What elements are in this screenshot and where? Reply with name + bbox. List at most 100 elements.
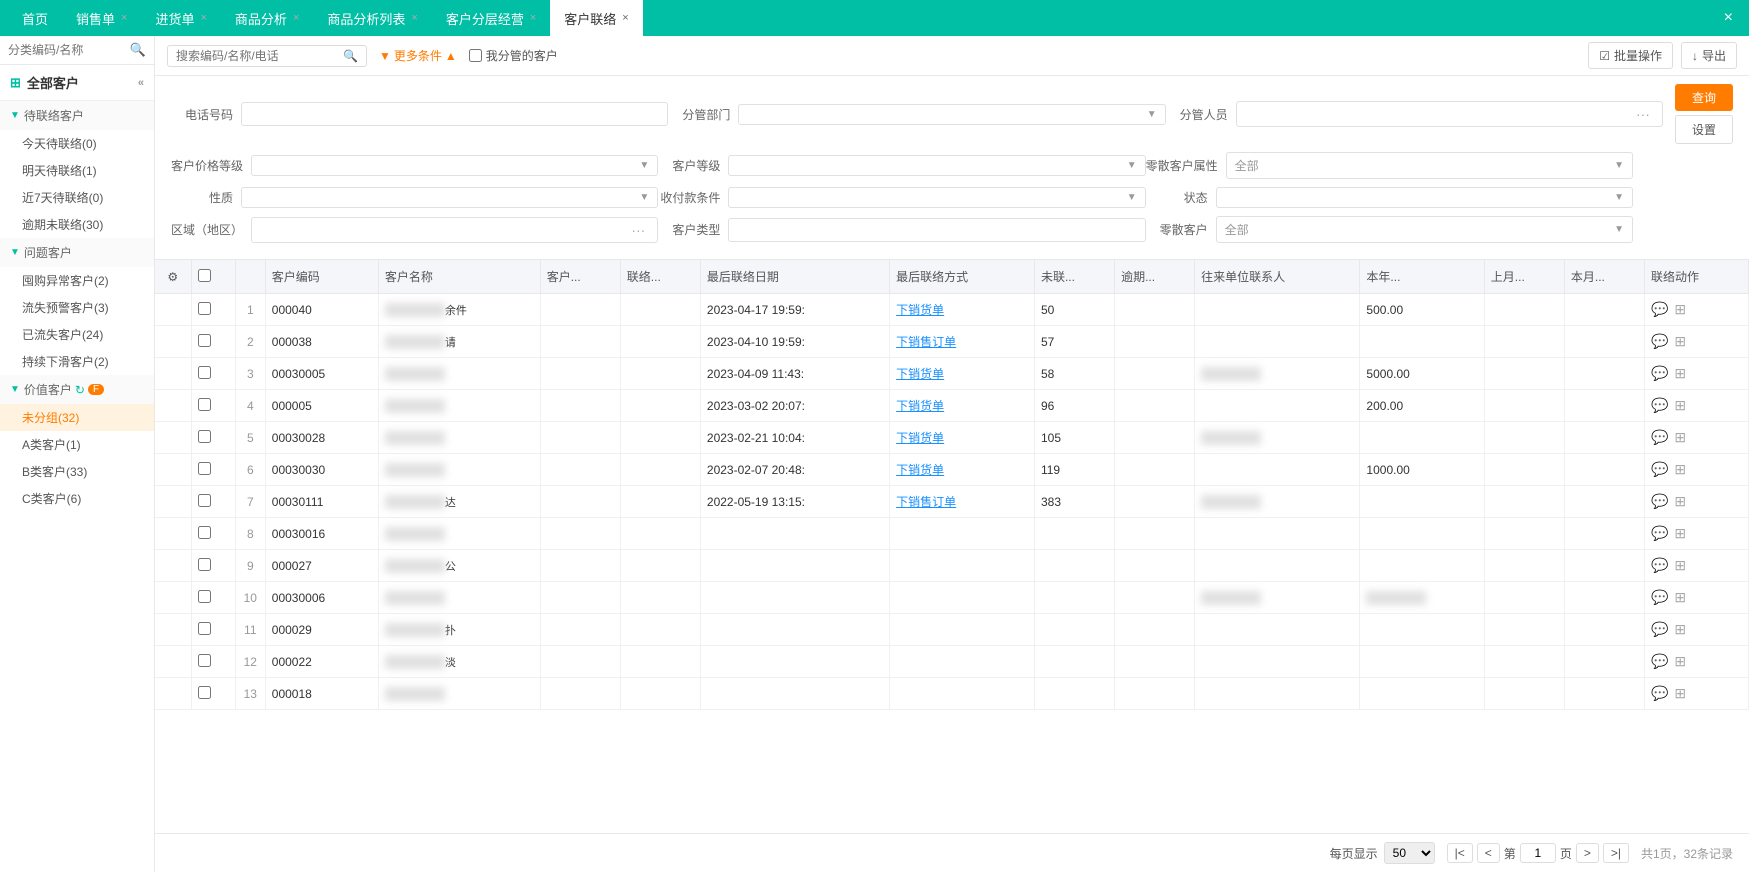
th-checkbox[interactable]	[191, 260, 235, 294]
nav-tab-product-analysis[interactable]: 商品分析 ×	[221, 0, 313, 36]
sidebar-item-ungroup[interactable]: 未分组(32)	[0, 404, 154, 431]
ellipsis-btn-region[interactable]: ···	[627, 222, 649, 238]
sidebar-group-value[interactable]: ▼ 价值客户 ↻ F	[0, 375, 154, 404]
row-checkbox[interactable]	[198, 622, 211, 635]
row-checkbox[interactable]	[198, 398, 211, 411]
reset-button[interactable]: 设置	[1675, 115, 1733, 144]
my-customers-checkbox[interactable]	[469, 49, 482, 62]
row-checkbox[interactable]	[198, 430, 211, 443]
td-checkbox[interactable]	[191, 454, 235, 486]
sidebar-item-tomorrow[interactable]: 明天待联络(1)	[0, 157, 154, 184]
th-type[interactable]: 客户...	[540, 260, 620, 294]
select-dept[interactable]: ▼	[738, 104, 1165, 125]
row-checkbox[interactable]	[198, 366, 211, 379]
select-nature[interactable]: ▼	[241, 187, 658, 208]
sidebar-item-declining[interactable]: 持续下滑客户(2)	[0, 348, 154, 375]
action-chat-icon[interactable]: 💬	[1651, 333, 1668, 350]
th-this-month[interactable]: 本月...	[1564, 260, 1644, 294]
action-grid-icon[interactable]: ⊞	[1674, 685, 1686, 702]
th-no-contact[interactable]: 未联...	[1034, 260, 1114, 294]
nav-tab-sales[interactable]: 销售单 ×	[62, 0, 141, 36]
row-checkbox[interactable]	[198, 590, 211, 603]
action-chat-icon[interactable]: 💬	[1651, 365, 1668, 382]
select-status[interactable]: ▼	[1216, 187, 1633, 208]
filter-search-icon[interactable]: 🔍	[343, 49, 358, 63]
sidebar-item-churn-warn[interactable]: 流失预警客户(3)	[0, 294, 154, 321]
nav-tab-purchase[interactable]: 进货单 ×	[141, 0, 220, 36]
action-grid-icon[interactable]: ⊞	[1674, 557, 1686, 574]
row-checkbox[interactable]	[198, 334, 211, 347]
td-checkbox[interactable]	[191, 614, 235, 646]
sidebar-search-icon[interactable]: 🔍	[130, 42, 146, 58]
sidebar-group-pending[interactable]: ▼ 待联络客户	[0, 101, 154, 130]
action-grid-icon[interactable]: ⊞	[1674, 621, 1686, 638]
input-phone[interactable]	[241, 102, 668, 126]
contact-method-link[interactable]: 下销售订单	[896, 335, 956, 349]
select-retail-attr[interactable]: 全部 ▼	[1226, 152, 1633, 179]
close-icon-cc[interactable]: ×	[622, 12, 628, 24]
th-settings[interactable]: ⚙	[155, 260, 191, 294]
td-checkbox[interactable]	[191, 358, 235, 390]
select-region[interactable]: ···	[251, 217, 658, 243]
action-grid-icon[interactable]: ⊞	[1674, 301, 1686, 318]
export-button[interactable]: ↓ 导出	[1681, 42, 1737, 69]
sidebar-item-churned[interactable]: 已流失客户(24)	[0, 321, 154, 348]
sidebar-all-customers[interactable]: ⊞ 全部客户 «	[0, 65, 154, 101]
next-page-button[interactable]: >	[1576, 843, 1599, 863]
action-chat-icon[interactable]: 💬	[1651, 621, 1668, 638]
sidebar-search-input[interactable]	[8, 43, 126, 57]
first-page-button[interactable]: |<	[1447, 843, 1473, 863]
td-checkbox[interactable]	[191, 582, 235, 614]
sidebar-group-problem[interactable]: ▼ 问题客户	[0, 238, 154, 267]
td-checkbox[interactable]	[191, 550, 235, 582]
contact-method-link[interactable]: 下销货单	[896, 431, 944, 445]
batch-ops-button[interactable]: ☑ 批量操作	[1588, 42, 1673, 69]
row-checkbox[interactable]	[198, 526, 211, 539]
select-customer-level[interactable]: ▼	[728, 155, 1145, 176]
page-number-input[interactable]	[1520, 843, 1556, 863]
th-contact[interactable]: 联络...	[620, 260, 700, 294]
sidebar-item-c-class[interactable]: C类客户(6)	[0, 485, 154, 512]
action-grid-icon[interactable]: ⊞	[1674, 333, 1686, 350]
action-chat-icon[interactable]: 💬	[1651, 301, 1668, 318]
action-chat-icon[interactable]: 💬	[1651, 685, 1668, 702]
contact-method-link[interactable]: 下销货单	[896, 399, 944, 413]
row-checkbox[interactable]	[198, 462, 211, 475]
row-checkbox[interactable]	[198, 558, 211, 571]
th-unit-contact[interactable]: 往来单位联系人	[1195, 260, 1360, 294]
td-checkbox[interactable]	[191, 422, 235, 454]
action-chat-icon[interactable]: 💬	[1651, 557, 1668, 574]
sidebar-item-7days[interactable]: 近7天待联络(0)	[0, 184, 154, 211]
contact-method-link[interactable]: 下销货单	[896, 303, 944, 317]
sidebar-item-today[interactable]: 今天待联络(0)	[0, 130, 154, 157]
th-name[interactable]: 客户名称	[378, 260, 540, 294]
td-checkbox[interactable]	[191, 678, 235, 710]
more-conditions-button[interactable]: ▼ 更多条件 ▲	[379, 47, 457, 64]
td-checkbox[interactable]	[191, 390, 235, 422]
row-checkbox[interactable]	[198, 494, 211, 507]
row-checkbox[interactable]	[198, 654, 211, 667]
reload-icon[interactable]: ↻	[75, 383, 85, 397]
td-checkbox[interactable]	[191, 486, 235, 518]
action-grid-icon[interactable]: ⊞	[1674, 653, 1686, 670]
td-checkbox[interactable]	[191, 518, 235, 550]
action-chat-icon[interactable]: 💬	[1651, 589, 1668, 606]
th-last-month[interactable]: 上月...	[1484, 260, 1564, 294]
sidebar-item-hoarding[interactable]: 囤购异常客户(2)	[0, 267, 154, 294]
th-code[interactable]: 客户编码	[265, 260, 378, 294]
action-grid-icon[interactable]: ⊞	[1674, 493, 1686, 510]
nav-tab-customer-layer[interactable]: 客户分层经营 ×	[432, 0, 550, 36]
action-grid-icon[interactable]: ⊞	[1674, 365, 1686, 382]
collapse-icon[interactable]: «	[138, 77, 144, 89]
nav-tab-home[interactable]: 首页	[8, 0, 62, 36]
action-chat-icon[interactable]: 💬	[1651, 525, 1668, 542]
close-icon-cl[interactable]: ×	[530, 12, 536, 24]
select-manager[interactable]: ···	[1236, 101, 1663, 127]
contact-method-link[interactable]: 下销货单	[896, 367, 944, 381]
action-grid-icon[interactable]: ⊞	[1674, 397, 1686, 414]
close-icon-pa[interactable]: ×	[293, 12, 299, 24]
select-price-level[interactable]: ▼	[251, 155, 658, 176]
th-overdue[interactable]: 逾期...	[1115, 260, 1195, 294]
page-size-select[interactable]: 50 100 200	[1384, 842, 1435, 864]
nav-tab-product-list[interactable]: 商品分析列表 ×	[313, 0, 431, 36]
